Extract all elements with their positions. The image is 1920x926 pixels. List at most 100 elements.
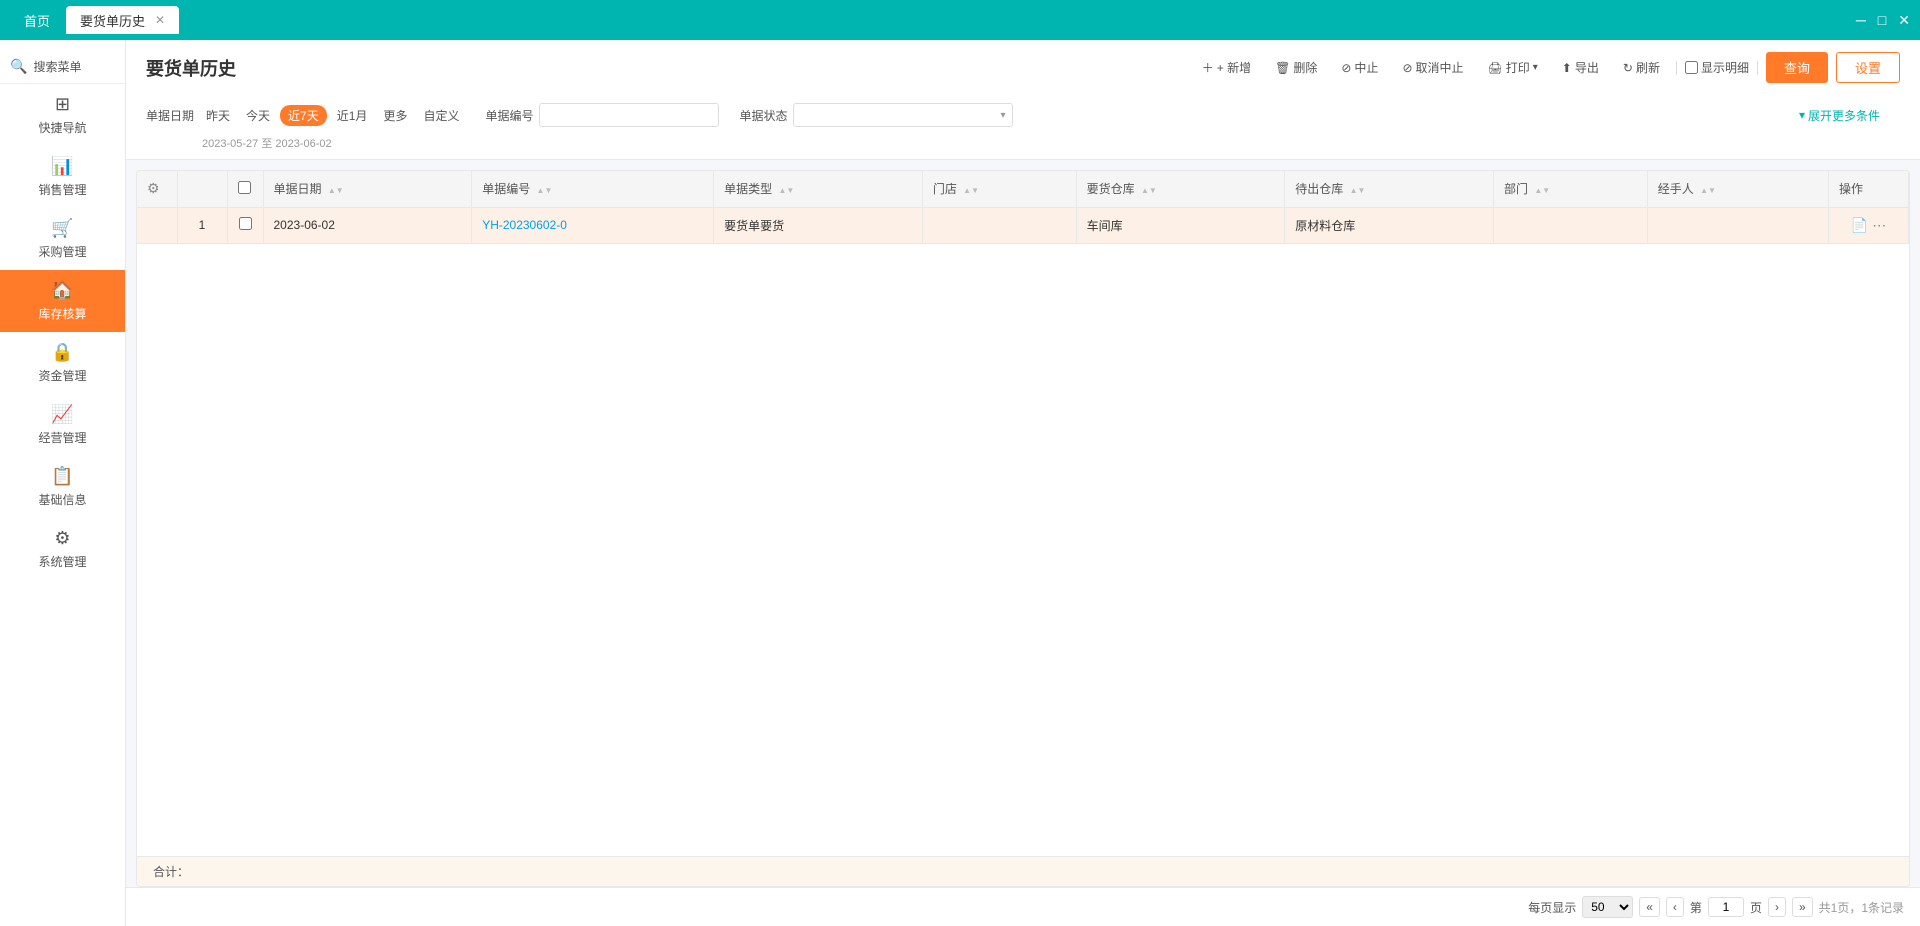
col-req-warehouse: 要货仓库 ▲▼ [1076,171,1285,207]
new-icon: ＋ [1202,59,1214,76]
col-type: 单据类型 ▲▼ [714,171,923,207]
top-bar: 首页 要货单历史 ✕ ─ □ ✕ [0,0,1920,40]
display-detail-button[interactable]: 显示明细 [1685,59,1749,76]
table-area: ⚙ 单据日期 ▲▼ 单据编号 ▲▼ [136,170,1910,887]
cancel-stop-button[interactable]: ⊘ 取消中止 [1394,55,1471,80]
sidebar-item-sales[interactable]: 📊 销售管理 [0,146,125,208]
sort-handler-icon[interactable]: ▲▼ [1700,186,1716,195]
sidebar-item-label: 资金管理 [38,367,86,384]
sidebar-item-purchase[interactable]: 🛒 采购管理 [0,208,125,270]
table-footer: 合计： [137,856,1909,886]
cell-date: 2023-06-02 [263,207,472,243]
tab-order-history-label: 要货单历史 [80,11,145,30]
sort-date-icon[interactable]: ▲▼ [328,186,344,195]
date-range-display: 2023-05-27 至 2023-06-02 [146,135,1900,159]
sidebar-item-inventory[interactable]: 🏠 库存核算 [0,270,125,332]
tab-order-history[interactable]: 要货单历史 ✕ [66,6,179,34]
inventory-icon: 🏠 [51,280,73,301]
display-detail-checkbox[interactable] [1685,61,1698,74]
status-select-wrap: ▾ [793,103,1012,127]
col-handler: 经手人 ▲▼ [1647,171,1828,207]
content-area: 要货单历史 ＋ + 新增 🗑 删除 ⊘ 中止 ⊘ [126,40,1920,926]
date-btn-today[interactable]: 今天 [240,105,276,126]
sidebar-search[interactable]: 🔍 搜索菜单 [0,50,125,84]
date-btn-yesterday[interactable]: 昨天 [200,105,236,126]
print-button[interactable]: 🖨 打印 ▾ [1480,55,1546,80]
filter-bar: 单据日期 昨天 今天 近7天 近1月 更多 自定义 单据编号 [146,93,1900,135]
pagination-bar: 每页显示 50 10 20 100 « ‹ 第 页 › » 共1页，1条记录 [126,887,1920,926]
sort-store-icon[interactable]: ▲▼ [963,186,979,195]
status-input[interactable] [794,104,994,126]
total-info: 共1页，1条记录 [1819,899,1904,916]
cell-check [227,207,263,243]
cell-pending-warehouse: 原材料仓库 [1285,207,1494,243]
edit-action-icon[interactable]: 📄 [1851,217,1868,234]
tab-close-icon[interactable]: ✕ [155,13,165,27]
date-btn-custom[interactable]: 自定义 [417,105,465,126]
cell-type: 要货单要货 [714,207,923,243]
order-no-link[interactable]: YH-20230602-0 [482,218,567,232]
tab-home-label: 首页 [24,11,50,30]
cell-dept [1493,207,1647,243]
sort-pending-warehouse-icon[interactable]: ▲▼ [1350,186,1366,195]
stop-button[interactable]: ⊘ 中止 [1333,55,1386,80]
page-number-input[interactable] [1708,897,1744,917]
toolbar-divider2 [1757,61,1758,75]
date-filter-group: 单据日期 昨天 今天 近7天 近1月 更多 自定义 [146,105,465,126]
date-range-text: 2023-05-27 至 2023-06-02 [202,138,332,150]
page-label: 第 [1690,899,1702,916]
date-btn-7days[interactable]: 近7天 [280,105,327,126]
prev-page-btn[interactable]: ‹ [1666,897,1684,917]
next-page-btn[interactable]: › [1768,897,1786,917]
close-btn[interactable]: ✕ [1898,12,1910,29]
sort-order-no-icon[interactable]: ▲▼ [537,186,553,195]
cell-action: 📄 ⋯ [1829,207,1909,243]
sort-dept-icon[interactable]: ▲▼ [1534,186,1550,195]
page-size-select[interactable]: 50 10 20 100 [1582,896,1633,918]
first-page-btn[interactable]: « [1639,897,1660,917]
select-all-checkbox[interactable] [238,181,251,194]
sidebar-item-quick-nav[interactable]: ⊞ 快捷导航 [0,84,125,146]
sidebar-item-label: 采购管理 [38,243,86,260]
maximize-btn[interactable]: □ [1878,12,1886,28]
sidebar-item-operations[interactable]: 📈 经营管理 [0,394,125,456]
more-action-icon[interactable]: ⋯ [1872,217,1886,234]
finance-icon: 🔒 [51,342,73,363]
date-btn-1month[interactable]: 近1月 [331,105,374,126]
new-button[interactable]: ＋ + 新增 [1194,55,1259,80]
sort-req-warehouse-icon[interactable]: ▲▼ [1141,186,1157,195]
col-store: 门店 ▲▼ [922,171,1076,207]
row-checkbox[interactable] [239,217,252,230]
cell-num: 1 [177,207,227,243]
date-btn-more[interactable]: 更多 [377,105,413,126]
minimize-btn[interactable]: ─ [1856,12,1866,28]
sidebar-item-basic-info[interactable]: 📋 基础信息 [0,456,125,518]
delete-button[interactable]: 🗑 删除 [1267,55,1325,80]
sidebar: 🔍 搜索菜单 ⊞ 快捷导航 📊 销售管理 🛒 采购管理 🏠 库存核算 🔒 资金管… [0,40,126,926]
expand-icon: ▾ [1799,108,1805,122]
settings-button[interactable]: 设置 [1836,52,1900,83]
date-filter-label: 单据日期 [146,107,194,124]
tab-home[interactable]: 首页 [10,6,64,34]
col-settings: ⚙ [137,171,177,207]
export-button[interactable]: ⬆ 导出 [1554,55,1607,80]
col-check [227,171,263,207]
order-no-input[interactable] [539,103,719,127]
sidebar-item-label: 快捷导航 [38,119,86,136]
sidebar-item-finance[interactable]: 🔒 资金管理 [0,332,125,394]
status-dropdown-icon[interactable]: ▾ [994,110,1011,121]
sort-type-icon[interactable]: ▲▼ [778,186,794,195]
page-header: 要货单历史 ＋ + 新增 🗑 删除 ⊘ 中止 ⊘ [126,40,1920,160]
cancel-stop-icon: ⊘ [1402,61,1412,75]
last-page-btn[interactable]: » [1792,897,1813,917]
page-suffix: 页 [1750,899,1762,916]
refresh-button[interactable]: ↻ 刷新 [1615,55,1668,80]
table-settings-icon[interactable]: ⚙ [147,180,160,196]
expand-more-btn[interactable]: ▾ 展开更多条件 [1799,107,1900,124]
query-button[interactable]: 查询 [1766,52,1828,83]
cell-handler [1647,207,1828,243]
window-controls: ─ □ ✕ [1856,12,1910,29]
table-row: 1 2023-06-02 YH-20230602-0 要货单要货 [137,207,1909,243]
sidebar-item-system[interactable]: ⚙ 系统管理 [0,518,125,580]
table-empty-space [137,244,1909,857]
